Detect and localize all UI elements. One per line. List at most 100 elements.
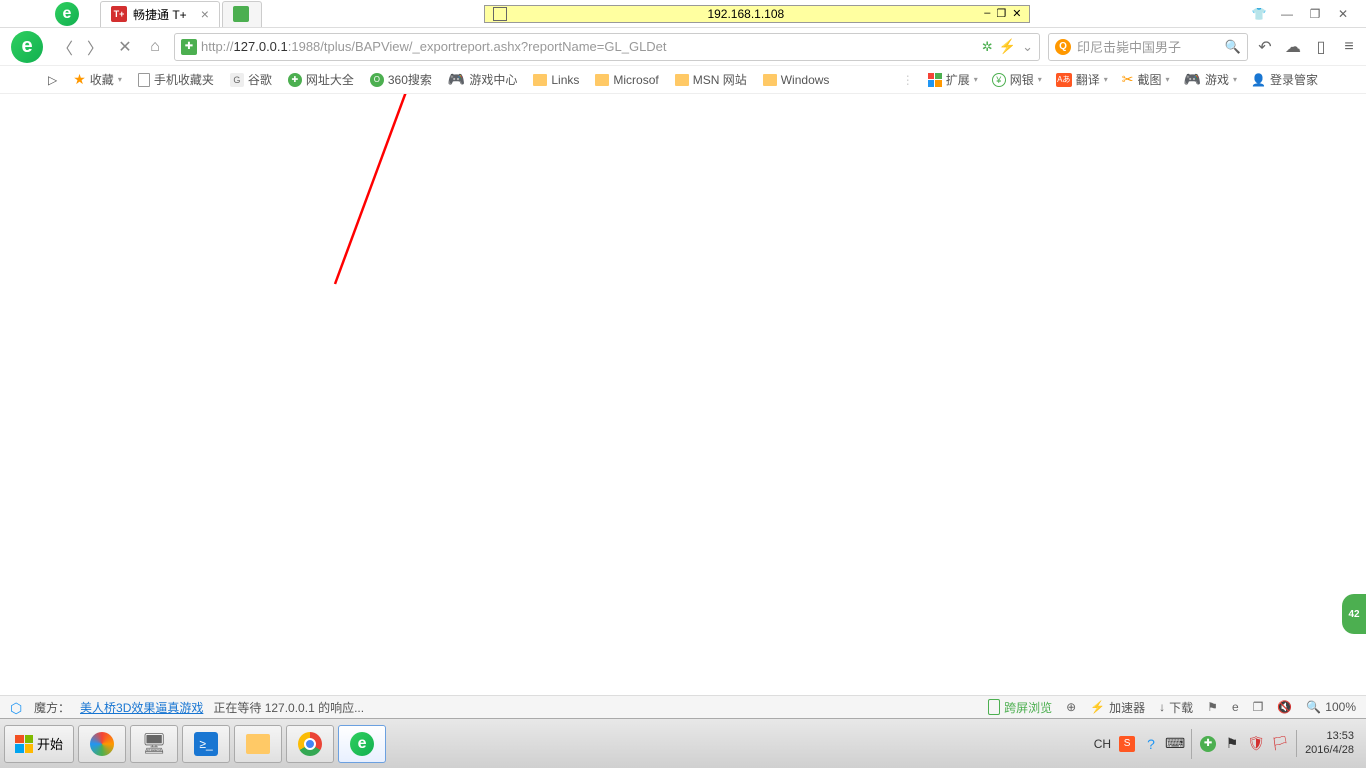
translate-button[interactable]: Aあ 翻译▾: [1056, 71, 1108, 88]
tray-sogou-icon[interactable]: S: [1119, 736, 1135, 752]
bookmark-mobile-fav[interactable]: 手机收藏夹: [138, 71, 214, 88]
tray-action-icon[interactable]: 🏳: [1272, 736, 1288, 752]
stop-icon[interactable]: ✕: [114, 36, 136, 58]
yen-icon: ¥: [992, 73, 1006, 87]
scissors-icon: ✂: [1122, 71, 1134, 88]
tab-2[interactable]: [222, 1, 262, 27]
dropdown-icon[interactable]: ⌄: [1022, 39, 1033, 55]
gamepad-icon: 🎮: [1184, 71, 1201, 88]
inner-window-title-text: 192.168.1.108: [707, 7, 784, 21]
taskbar: 开始 🖥 ≥_ e CH S ? ⌨ ✚ ⚑ 🛡 🏳 13:53 2016/4/…: [0, 718, 1366, 768]
search360-icon: O: [370, 73, 384, 87]
task-360browser[interactable]: e: [338, 725, 386, 763]
forward-icon[interactable]: 〉: [84, 36, 106, 58]
translate-icon: Aあ: [1056, 73, 1072, 87]
bookmark-game-center[interactable]: 🎮 游戏中心: [448, 71, 517, 88]
bookmark-links[interactable]: Links: [533, 73, 579, 87]
folder-icon: [763, 74, 777, 86]
search-engine-icon: Q: [1055, 39, 1071, 55]
tray-360-icon[interactable]: ✚: [1200, 736, 1216, 752]
folder-icon: [595, 74, 609, 86]
close-icon[interactable]: ✕: [1335, 6, 1351, 22]
bookmark-favorites[interactable]: ★ 收藏▾: [73, 71, 122, 88]
float-badge[interactable]: 42: [1342, 594, 1366, 634]
bookmark-msn[interactable]: MSN 网站: [675, 71, 747, 88]
ime-indicator[interactable]: CH: [1094, 737, 1111, 751]
status-right: 跨屏浏览 ⊕ ⚡ 加速器 ↓ 下载 ⚑ e ❐ 🔇 🔍 100%: [988, 699, 1356, 716]
compass-icon[interactable]: ⊕: [1066, 700, 1076, 714]
game-button[interactable]: 🎮 游戏▾: [1184, 71, 1237, 88]
bookmark-google[interactable]: G 谷歌: [230, 71, 272, 88]
skin-icon[interactable]: 👕: [1251, 6, 1267, 22]
menu-icon[interactable]: ≡: [1340, 38, 1358, 56]
window-controls: 👕 — ❐ ✕: [1251, 6, 1366, 22]
swirl-icon: [90, 732, 114, 756]
extensions-button[interactable]: 扩展▾: [928, 71, 978, 88]
bookmark-windows[interactable]: Windows: [763, 73, 830, 87]
tray-help-icon[interactable]: ?: [1143, 736, 1159, 752]
tray-flag-icon[interactable]: ⚑: [1224, 736, 1240, 752]
nav-icon: ✚: [288, 73, 302, 87]
browser-logo-big[interactable]: e: [8, 28, 46, 66]
bank-button[interactable]: ¥ 网银▾: [992, 71, 1042, 88]
expand-icon[interactable]: ▷: [48, 73, 57, 87]
bookmarks-right: ⋮ 扩展▾ ¥ 网银▾ Aあ 翻译▾ ✂ 截图▾ 🎮 游戏▾ 👤 登录管家: [902, 71, 1318, 88]
inner-close-icon[interactable]: ✕: [1012, 7, 1021, 20]
maximize-icon[interactable]: ❐: [1307, 6, 1323, 22]
folder-icon: [246, 734, 270, 754]
tab-favicon-loading: [233, 6, 249, 22]
mofang-label: 魔方：: [34, 699, 70, 716]
task-app-1[interactable]: [78, 725, 126, 763]
mute-icon[interactable]: 🔇: [1277, 700, 1292, 714]
search-icon[interactable]: 🔍: [1225, 39, 1241, 55]
task-explorer[interactable]: [234, 725, 282, 763]
search-input[interactable]: Q 印尼击毙中国男子 🔍: [1048, 33, 1248, 61]
tray-keyboard-icon[interactable]: ⌨: [1167, 736, 1183, 752]
chrome-icon: [298, 732, 322, 756]
powershell-icon: ≥_: [194, 732, 218, 756]
back-icon[interactable]: 〈: [54, 36, 76, 58]
zoom-icon: 🔍: [1306, 700, 1321, 714]
zoom-control[interactable]: 🔍 100%: [1306, 700, 1356, 714]
bookmark-site-nav[interactable]: ✚ 网址大全: [288, 71, 354, 88]
undo-icon[interactable]: ↶: [1256, 38, 1274, 56]
loading-status: 正在等待 127.0.0.1 的响应...: [213, 699, 364, 716]
login-manager-button[interactable]: 👤 登录管家: [1251, 71, 1318, 88]
person-icon: 👤: [1251, 73, 1266, 87]
mobile-icon[interactable]: ▯: [1312, 38, 1330, 56]
inner-maximize-icon[interactable]: ❐: [996, 7, 1006, 20]
task-chrome[interactable]: [286, 725, 334, 763]
bookmark-microsof[interactable]: Microsof: [595, 73, 658, 87]
browser-logo-icon: e: [55, 2, 79, 26]
bookmark-360-search[interactable]: O 360搜索: [370, 71, 432, 88]
task-powershell[interactable]: ≥_: [182, 725, 230, 763]
inner-minimize-icon[interactable]: –: [984, 7, 990, 20]
minimize-icon[interactable]: —: [1279, 6, 1295, 22]
accelerator-button[interactable]: ⚡ 加速器: [1090, 699, 1145, 716]
ie-mode-icon[interactable]: e: [1232, 700, 1239, 714]
lightning-icon[interactable]: ⚡: [999, 38, 1016, 55]
task-app-2[interactable]: 🖥: [130, 725, 178, 763]
tab-favicon-tplus: T+: [111, 6, 127, 22]
google-icon: G: [230, 73, 244, 87]
restore-icon[interactable]: ❐: [1253, 700, 1264, 714]
download-button[interactable]: ↓ 下载: [1159, 699, 1193, 716]
tab-label: 畅捷通 T+: [133, 6, 187, 23]
url-input[interactable]: ✚ http://127.0.0.1:1988/tplus/BAPView/_e…: [174, 33, 1040, 61]
clock[interactable]: 13:53 2016/4/28: [1296, 730, 1354, 756]
tray-shield-icon[interactable]: 🛡: [1248, 736, 1264, 752]
close-icon[interactable]: ×: [201, 6, 209, 22]
start-button[interactable]: 开始: [4, 725, 74, 763]
download-icon: ↓: [1159, 700, 1165, 714]
home-icon[interactable]: ⌂: [144, 36, 166, 58]
url-action-icons: ✲ ⚡ ⌄: [982, 38, 1033, 55]
cloud-icon[interactable]: ☁: [1284, 38, 1302, 56]
cross-screen-button[interactable]: 跨屏浏览: [988, 699, 1052, 716]
mofang-link[interactable]: 美人桥3D效果逼真游戏: [80, 699, 203, 716]
flag-icon[interactable]: ⚑: [1207, 700, 1218, 714]
screenshot-button[interactable]: ✂ 截图▾: [1122, 71, 1170, 88]
tab-1[interactable]: T+ 畅捷通 T+ ×: [100, 1, 220, 27]
refresh-icon[interactable]: ✲: [982, 39, 993, 55]
rocket-icon: ⚡: [1090, 700, 1105, 714]
cube-icon: ⬡: [10, 700, 24, 714]
